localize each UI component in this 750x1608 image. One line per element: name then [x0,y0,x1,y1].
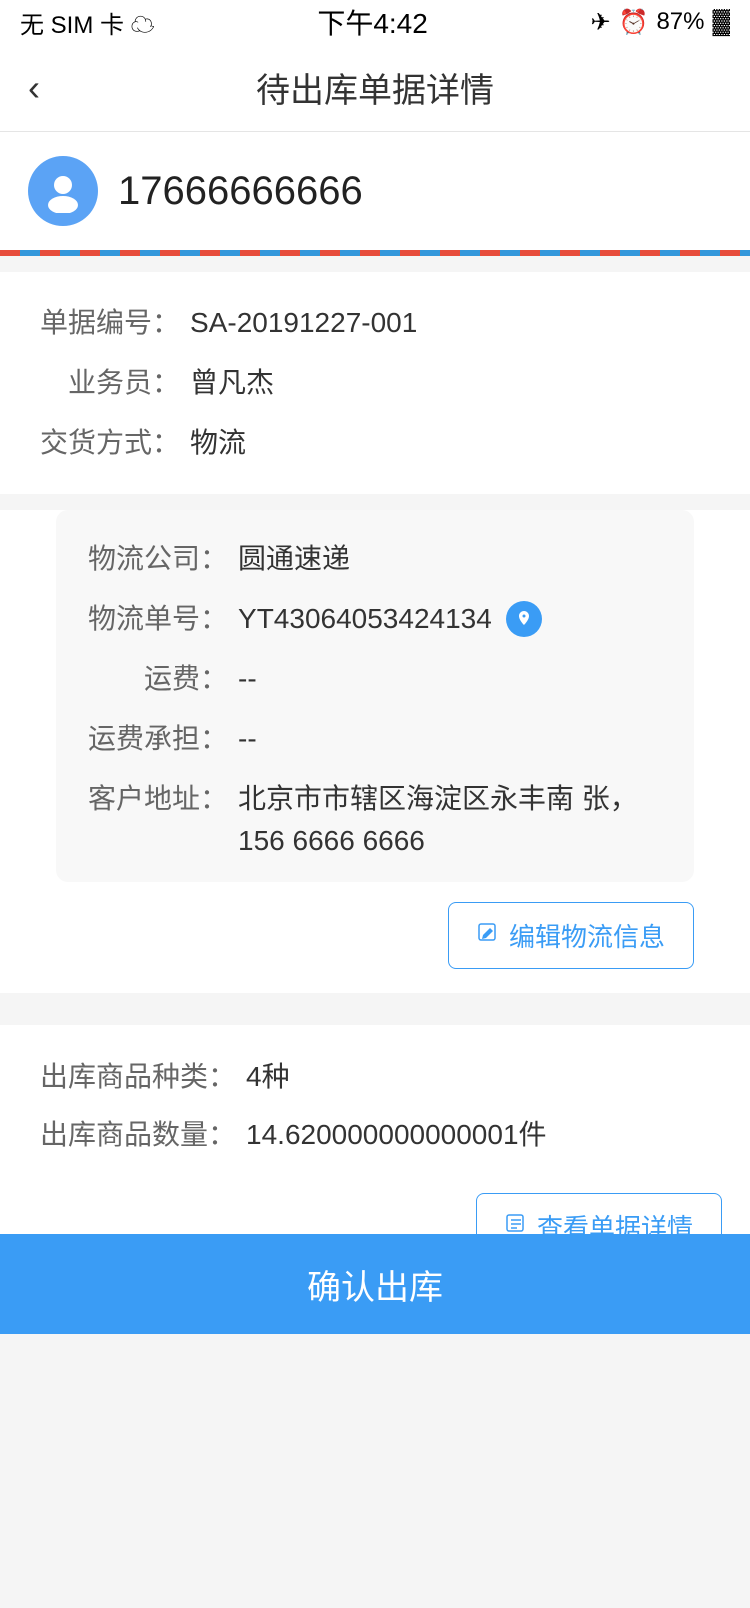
staff-label: 业务员： [40,362,180,404]
customer-header: 17666666666 [0,132,750,250]
goods-count-value: 14.620000000000001件 [246,1113,547,1153]
edit-logistics-area: 编辑物流信息 [28,882,722,993]
nav-bar: ‹ 待出库单据详情 [0,44,750,132]
logistics-company-row: 物流公司： 圆通速递 [88,538,662,580]
freight-bear-row: 运费承担： -- [88,718,662,760]
delivery-label: 交货方式： [40,422,180,464]
freight-bear-label: 运费承担： [88,718,228,760]
location-icon: ✈ [590,8,610,37]
avatar [28,156,98,226]
address-value: 北京市市辖区海淀区永丰南 张，156 6666 6666 [238,778,662,862]
freight-row: 运费： -- [88,658,662,700]
status-bar-time: 下午4:42 [317,2,428,42]
freight-value: -- [238,658,662,700]
goods-types-row: 出库商品种类： 4种 [40,1055,710,1095]
logistics-company-value: 圆通速递 [238,538,662,580]
freight-bear-value: -- [238,718,662,760]
battery-icon: ▓ [713,8,731,36]
page-title: 待出库单据详情 [256,63,494,112]
order-info-section: 单据编号： SA-20191227-001 业务员： 曾凡杰 交货方式： 物流 [0,272,750,494]
logistics-company-label: 物流公司： [88,538,228,580]
edit-icon [477,920,499,951]
sim-status: 无 SIM 卡 ☁ [20,5,155,40]
delivery-value: 物流 [190,422,710,464]
customer-phone: 17666666666 [118,169,363,214]
order-id-label: 单据编号： [40,302,180,344]
goods-types-label: 出库商品种类： [40,1055,236,1095]
edit-logistics-button[interactable]: 编辑物流信息 [448,902,694,969]
address-label: 客户地址： [88,778,228,820]
order-id-row: 单据编号： SA-20191227-001 [40,302,710,344]
status-bar: 无 SIM 卡 ☁ 下午4:42 ✈ ⏰ 87% ▓ [0,0,750,44]
logistics-section: 物流公司： 圆通速递 物流单号： YT43064053424134 运费： --… [0,510,750,993]
logistics-tracking-value: YT43064053424134 [238,598,662,640]
confirm-outbound-label: 确认出库 [307,1260,443,1309]
goods-count-row: 出库商品数量： 14.620000000000001件 [40,1113,710,1153]
edit-logistics-label: 编辑物流信息 [509,917,665,954]
logistics-tracking-row: 物流单号： YT43064053424134 [88,598,662,640]
staff-row: 业务员： 曾凡杰 [40,362,710,404]
status-bar-left: 无 SIM 卡 ☁ [20,5,155,40]
goods-count-label: 出库商品数量： [40,1113,236,1153]
content-spacer [0,1288,750,1608]
alarm-icon: ⏰ [619,8,649,37]
battery-level: 87% [656,8,704,36]
staff-value: 曾凡杰 [190,362,710,404]
status-bar-right: ✈ ⏰ 87% ▓ [590,8,730,37]
goods-types-value: 4种 [246,1055,290,1095]
section-gap-1 [0,993,750,1009]
dashed-divider [0,250,750,256]
freight-label: 运费： [88,658,228,700]
person-icon [41,169,85,213]
tracking-location-icon[interactable] [506,601,542,637]
delivery-row: 交货方式： 物流 [40,422,710,464]
goods-section: 出库商品种类： 4种 出库商品数量： 14.620000000000001件 [0,1025,750,1173]
logistics-tracking-label: 物流单号： [88,598,228,640]
logistics-card: 物流公司： 圆通速递 物流单号： YT43064053424134 运费： --… [56,510,694,882]
address-row: 客户地址： 北京市市辖区海淀区永丰南 张，156 6666 6666 [88,778,662,862]
order-id-value: SA-20191227-001 [190,302,710,344]
back-button[interactable]: ‹ [28,67,40,109]
confirm-outbound-button[interactable]: 确认出库 [0,1234,750,1334]
